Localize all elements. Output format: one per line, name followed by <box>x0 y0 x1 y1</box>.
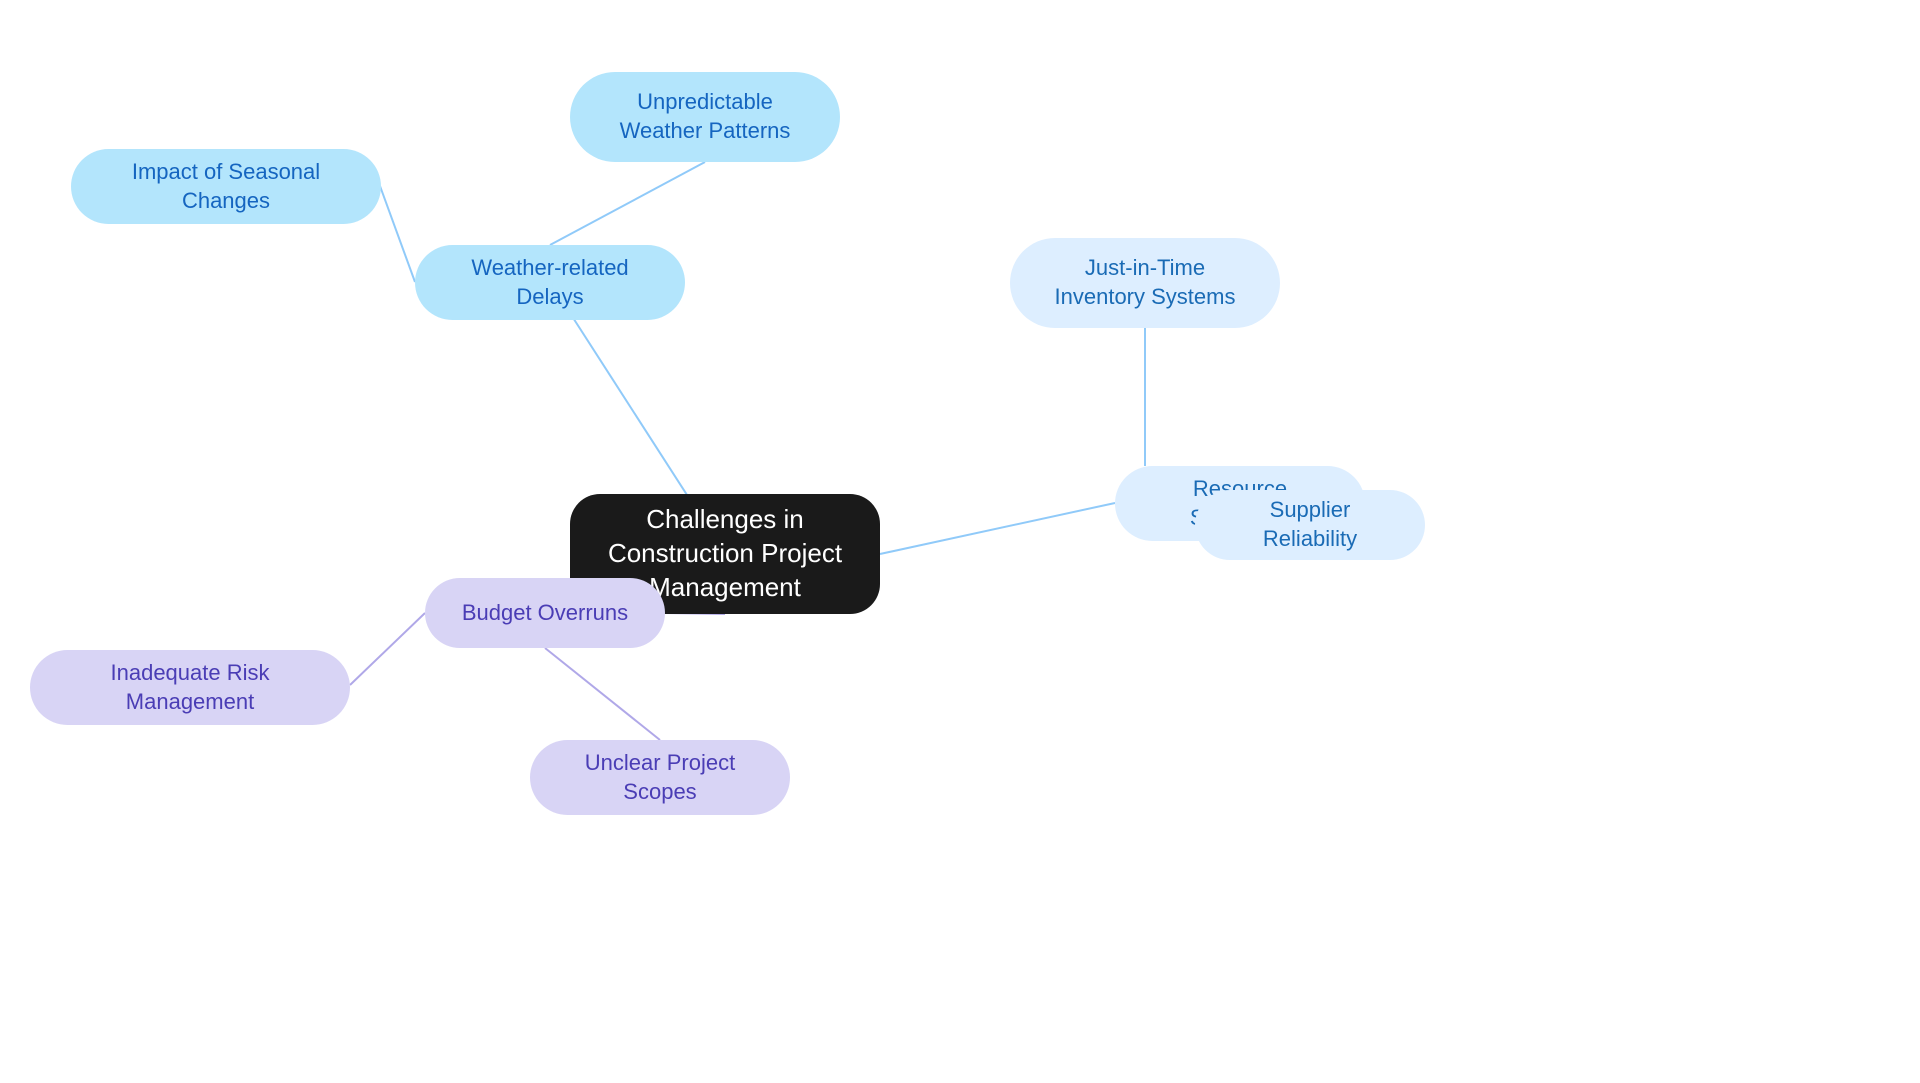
budget-overruns-label: Budget Overruns <box>462 599 628 628</box>
supplier-reliability-label: Supplier Reliability <box>1223 496 1397 553</box>
supplier-reliability-node[interactable]: Supplier Reliability <box>1195 490 1425 560</box>
unpredictable-weather-label: Unpredictable Weather Patterns <box>598 88 812 145</box>
seasonal-changes-label: Impact of Seasonal Changes <box>99 158 353 215</box>
inadequate-risk-node[interactable]: Inadequate Risk Management <box>30 650 350 725</box>
inadequate-risk-label: Inadequate Risk Management <box>58 659 322 716</box>
seasonal-changes-node[interactable]: Impact of Seasonal Changes <box>71 149 381 224</box>
jit-inventory-node[interactable]: Just-in-Time Inventory Systems <box>1010 238 1280 328</box>
jit-inventory-label: Just-in-Time Inventory Systems <box>1038 254 1252 311</box>
unpredictable-weather-node[interactable]: Unpredictable Weather Patterns <box>570 72 840 162</box>
budget-overruns-node[interactable]: Budget Overruns <box>425 578 665 648</box>
unclear-scopes-node[interactable]: Unclear Project Scopes <box>530 740 790 815</box>
weather-delays-node[interactable]: Weather-related Delays <box>415 245 685 320</box>
unclear-scopes-label: Unclear Project Scopes <box>558 749 762 806</box>
weather-delays-label: Weather-related Delays <box>443 254 657 311</box>
